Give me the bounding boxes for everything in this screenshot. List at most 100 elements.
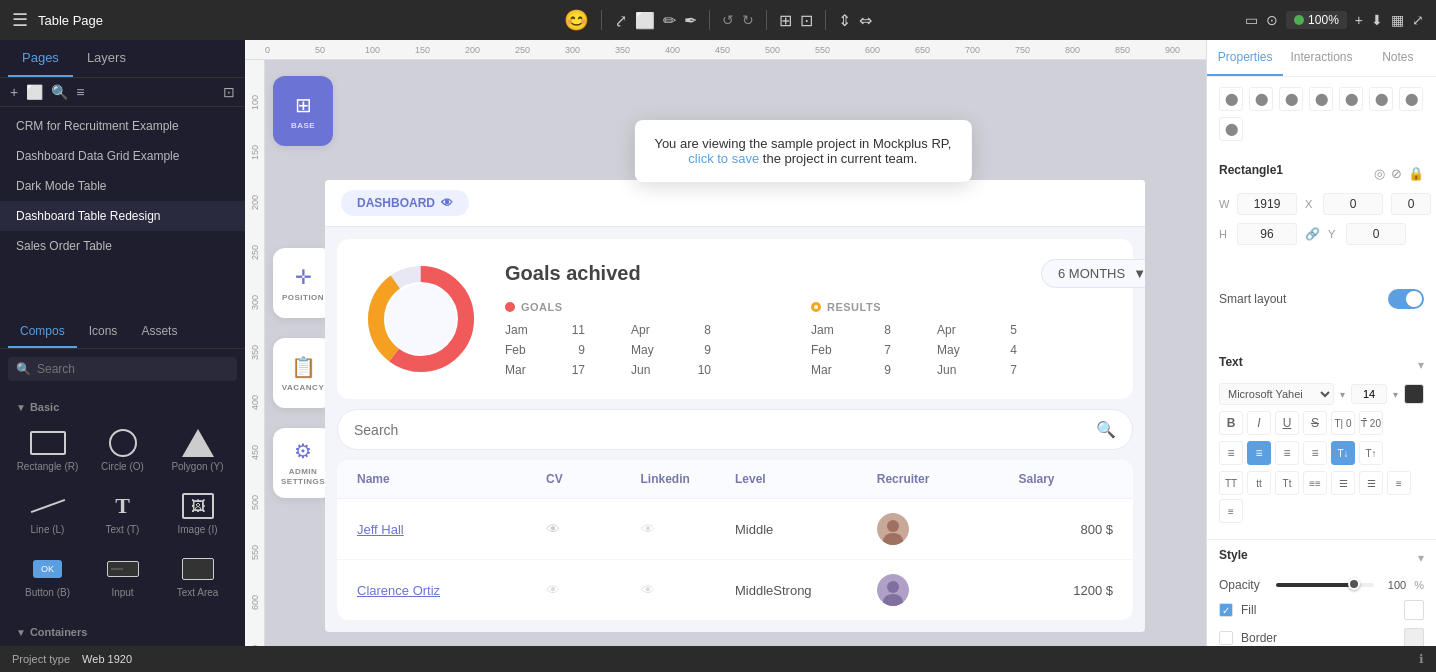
tab-layers[interactable]: Layers [73,40,140,77]
panel-vacancy[interactable]: 📋 VACANCY [273,338,333,408]
list3-btn[interactable]: ☰ [1359,471,1383,495]
underline-btn[interactable]: U [1275,411,1299,435]
tab-pages[interactable]: Pages [8,40,73,77]
tool-move[interactable]: ⤤ [614,11,627,30]
lowercase-btn[interactable]: tt [1247,471,1271,495]
months-dropdown[interactable]: 6 MONTHS ▼ [1041,259,1145,288]
link-icon[interactable]: 🔗 [1305,227,1320,241]
visibility-icon[interactable]: ◎ [1374,166,1385,181]
cell-name-clarence[interactable]: Clarence Ortiz [357,583,546,598]
view-toggle[interactable]: ▭ [1245,12,1258,28]
component-image[interactable]: 🖼 Image (I) [162,484,233,543]
component-button[interactable]: OK Button (B) [12,547,83,606]
redo-btn[interactable]: ↻ [742,12,754,28]
add-page-btn[interactable]: + [10,84,18,100]
bold-btn[interactable]: B [1219,411,1243,435]
align-justify-text-btn[interactable]: ≡ [1303,441,1327,465]
cell-cv-clarence[interactable]: 👁 [546,582,641,598]
panel-base[interactable]: ⊞ BASE [273,76,333,146]
uppercase-btn[interactable]: TT [1219,471,1243,495]
page-item-dashboard-redesign[interactable]: Dashboard Table Redesign [0,201,245,231]
valign-center-btn[interactable]: T↑ [1359,441,1383,465]
collapse-text-icon[interactable]: ▾ [1418,358,1424,372]
x-input[interactable] [1323,193,1383,215]
component-circle[interactable]: Circle (O) [87,421,158,480]
align-left-text-btn[interactable]: ≡ [1219,441,1243,465]
cell-cv-jeff[interactable]: 👁 [546,521,641,537]
valign-top-btn[interactable]: T↓ [1331,441,1355,465]
component-polygon[interactable]: Polygon (Y) [162,421,233,480]
grid-view-btn[interactable]: ⊡ [223,84,235,100]
tab-notes[interactable]: Notes [1360,40,1436,76]
align-top-btn[interactable]: ⬤ [1309,87,1333,111]
info-icon[interactable]: ℹ [1419,652,1424,666]
list2-btn[interactable]: ☰ [1331,471,1355,495]
dashboard-tab-btn[interactable]: DASHBOARD 👁 [341,190,469,216]
align-center-v-btn[interactable]: ⬤ [1339,87,1363,111]
tab-compos[interactable]: Compos [8,316,77,348]
y-input[interactable] [1346,223,1406,245]
page-item-crm[interactable]: CRM for Recruitment Example [0,111,245,141]
list-view-btn[interactable]: ≡ [76,84,84,100]
align-h[interactable]: ⇔ [859,11,872,30]
target-icon[interactable]: ⊘ [1391,166,1402,181]
tab-properties[interactable]: Properties [1207,40,1283,76]
basic-section-title[interactable]: ▼ Basic [8,397,237,417]
export-btn[interactable]: ⬇ [1371,12,1383,28]
align-right-btn[interactable]: ⬤ [1279,87,1303,111]
fill-checkbox[interactable]: ✓ [1219,603,1233,617]
align-bottom-btn[interactable]: ⬤ [1369,87,1393,111]
opacity-slider[interactable] [1276,583,1374,587]
panel-admin[interactable]: ⚙ ADMIN SETTINGS [273,428,333,498]
spacing2-btn[interactable]: T̄ 20 [1359,411,1383,435]
titlecase-btn[interactable]: Tt [1275,471,1299,495]
search-page-btn[interactable]: 🔍 [51,84,68,100]
tab-assets[interactable]: Assets [129,316,189,348]
tool-pencil[interactable]: ✒ [684,11,697,30]
tool-frame[interactable]: ⬜ [635,11,655,30]
rotation-input[interactable] [1391,193,1431,215]
add-frame-btn[interactable]: ⬜ [26,84,43,100]
distribute-h-btn[interactable]: ⬤ [1399,87,1423,111]
collapse-style-icon[interactable]: ▾ [1418,551,1424,565]
tool-pen[interactable]: ✏ [663,11,676,30]
page-item-dark[interactable]: Dark Mode Table [0,171,245,201]
list4-btn[interactable]: ≡ [1387,471,1411,495]
notification-link[interactable]: click to save [688,151,759,166]
border-color-swatch[interactable] [1404,628,1424,646]
search-input[interactable] [354,422,1086,438]
layout-btn[interactable]: ▦ [1391,12,1404,28]
font-size-down-icon[interactable]: ▾ [1393,389,1398,400]
component-text[interactable]: T Text (T) [87,484,158,543]
lock-icon[interactable]: 🔒 [1408,166,1424,181]
tab-icons[interactable]: Icons [77,316,130,348]
add-btn[interactable]: + [1355,12,1363,28]
component-rectangle[interactable]: Rectangle (R) [12,421,83,480]
font-color-swatch[interactable] [1404,384,1424,404]
fill-color-swatch[interactable] [1404,600,1424,620]
list1-btn[interactable]: ≡≡ [1303,471,1327,495]
align-center-h-btn[interactable]: ⬤ [1249,87,1273,111]
component-search-input[interactable] [37,362,229,376]
font-down-icon[interactable]: ▾ [1340,389,1345,400]
align-center-text-btn[interactable]: ≡ [1247,441,1271,465]
align-v[interactable]: ⇕ [838,11,851,30]
spacing1-btn[interactable]: T| 0 [1331,411,1355,435]
emoji-btn[interactable]: 😊 [564,8,589,32]
hamburger-menu[interactable]: ☰ [12,9,28,31]
width-input[interactable] [1237,193,1297,215]
grid-btn2[interactable]: ⊡ [800,11,813,30]
page-item-dashboard-data[interactable]: Dashboard Data Grid Example [0,141,245,171]
align-left-btn[interactable]: ⬤ [1219,87,1243,111]
border-checkbox[interactable] [1219,631,1233,645]
font-size-input[interactable] [1351,384,1387,404]
strikethrough-btn[interactable]: S [1303,411,1327,435]
undo-btn[interactable]: ↺ [722,12,734,28]
font-family-select[interactable]: Microsoft Yahei [1219,383,1334,405]
italic-btn[interactable]: I [1247,411,1271,435]
page-item-sales[interactable]: Sales Order Table [0,231,245,261]
cell-linkedin-clarence[interactable]: 👁 [641,582,736,598]
tab-interactions[interactable]: Interactions [1283,40,1359,76]
list5-btn[interactable]: ≡ [1219,499,1243,523]
cell-linkedin-jeff[interactable]: 👁 [641,521,736,537]
